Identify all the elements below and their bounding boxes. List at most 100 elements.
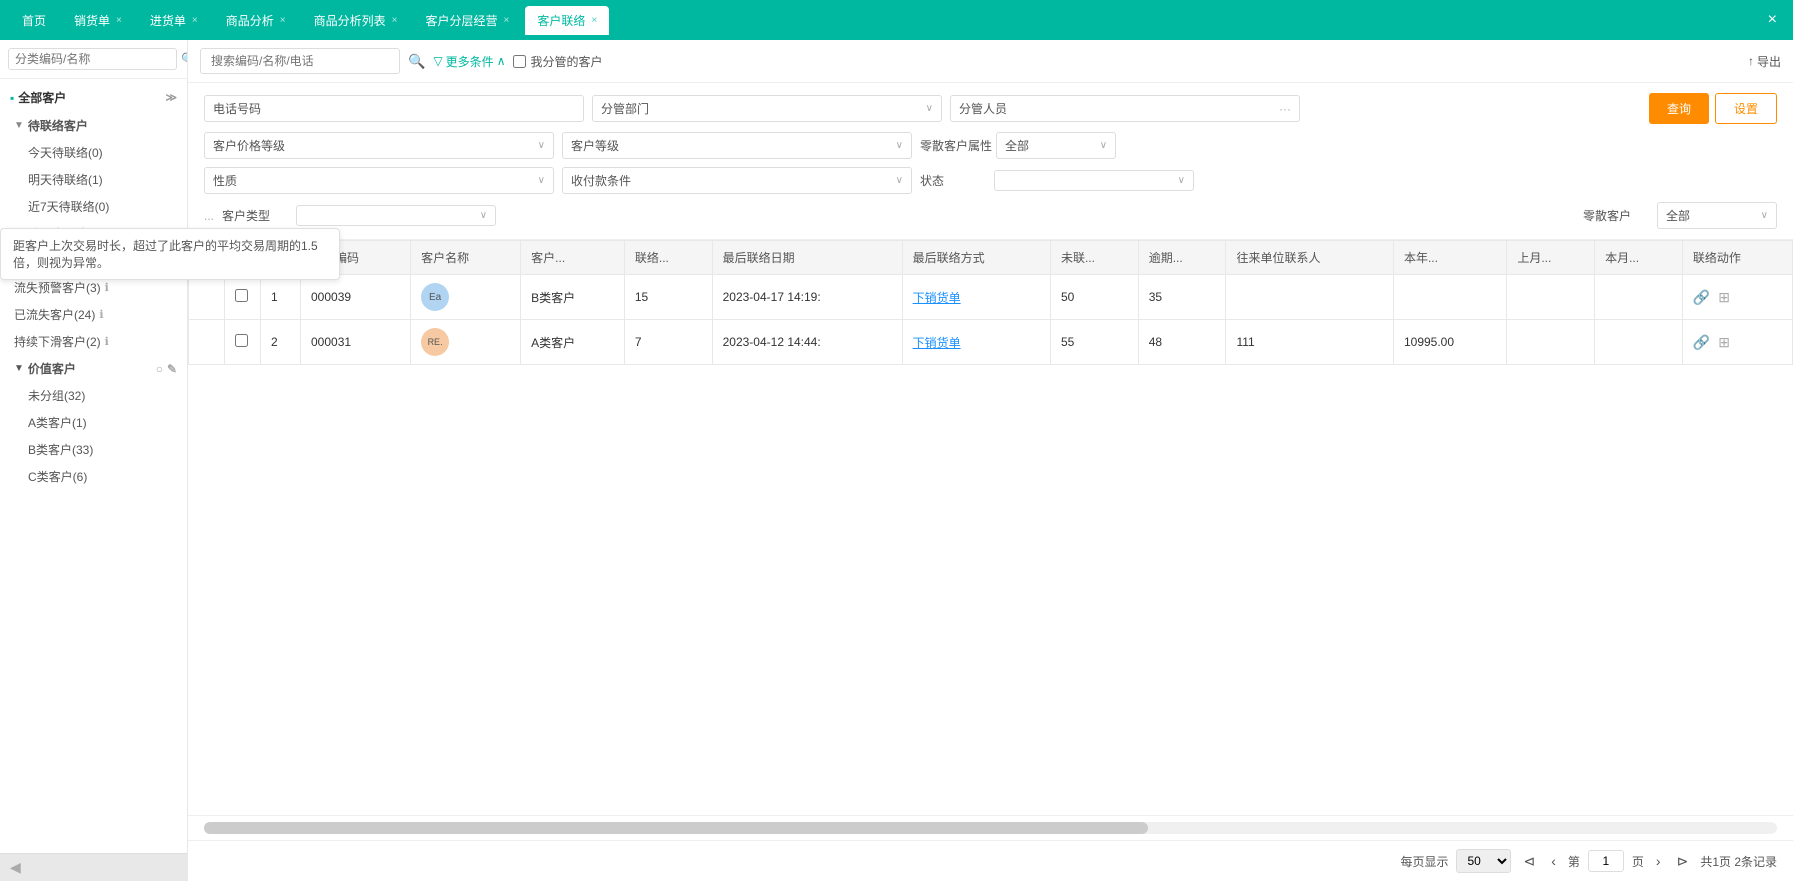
- close-customer-segments-icon[interactable]: ×: [503, 15, 509, 26]
- th-unit-contact: 往来单位联系人: [1226, 241, 1394, 275]
- td-contact-1: 15: [624, 275, 712, 320]
- td-no-1: 1: [261, 275, 301, 320]
- gender-chevron-icon: ∨: [538, 175, 545, 186]
- staff-more-icon[interactable]: ···: [1279, 102, 1291, 116]
- td-unit-contact-2: 111: [1226, 320, 1394, 365]
- td-checkbox-2[interactable]: [225, 320, 261, 365]
- page-label: 第: [1568, 853, 1580, 870]
- th-last-month: 上月...: [1507, 241, 1595, 275]
- action-grid-icon-2[interactable]: ⊞: [1718, 334, 1730, 351]
- td-action-1: 🔗 ⊞: [1682, 275, 1792, 320]
- nav-customer-segments[interactable]: 客户分层经营 ×: [413, 6, 521, 35]
- retail-customer-dropdown[interactable]: 全部 ∨: [1657, 202, 1777, 229]
- main-search-input[interactable]: [200, 48, 400, 74]
- td-this-year-2: 10995.00: [1393, 320, 1506, 365]
- close-product-analysis-icon[interactable]: ×: [280, 15, 286, 26]
- sidebar-item-tomorrow[interactable]: 明天待联络(1): [0, 166, 187, 193]
- payment-field[interactable]: 收付款条件 ∨: [562, 167, 912, 194]
- main-layout: 🔍 ▪ 全部客户 ≫ ▼ 待联络客户 今天待联络(0) 明天待联络(1) 近7天…: [0, 40, 1793, 881]
- next-page-button[interactable]: ›: [1652, 851, 1665, 871]
- nav-purchase-order[interactable]: 进货单 ×: [138, 6, 210, 35]
- sidebar-group-value: ▼ 价值客户 ○ ✎: [0, 355, 187, 382]
- sidebar-prev-arrow[interactable]: ◀: [10, 859, 21, 876]
- sidebar-bottom-bar: ◀: [0, 853, 187, 881]
- td-checkbox-1[interactable]: [225, 275, 261, 320]
- td-last-date-1: 2023-04-17 14:19:: [712, 275, 902, 320]
- table-row: 2 000031 RE. A类客户 7 2023-04-12 14:44: 下销…: [189, 320, 1793, 365]
- sidebar-item-class-c[interactable]: C类客户(6): [0, 463, 187, 490]
- sidebar-all-customers[interactable]: ▪ 全部客户 ≫: [0, 83, 187, 112]
- per-page-select[interactable]: 50 100 200: [1456, 849, 1511, 873]
- export-button[interactable]: ↑ 导出: [1748, 53, 1781, 70]
- adv-filter-row-2: 客户价格等级 ∨ 客户等级 ∨ 零散客户属性 全部 ∨: [204, 132, 1777, 159]
- more-conditions-button[interactable]: ▽ 更多条件 ∧: [433, 53, 505, 70]
- last-method-link-2[interactable]: 下销货单: [913, 336, 961, 350]
- sidebar-item-today[interactable]: 今天待联络(0): [0, 139, 187, 166]
- adv-filter-row-4: ... 客户类型 ∨ 零散客户 全部 ∨: [204, 202, 1777, 229]
- query-button[interactable]: 查询: [1649, 93, 1709, 124]
- sidebar-item-class-b[interactable]: B类客户(33): [0, 436, 187, 463]
- close-sales-order-icon[interactable]: ×: [116, 15, 122, 26]
- sidebar-item-declining[interactable]: 持续下滑客户(2) ℹ: [0, 328, 187, 355]
- prev-page-button[interactable]: ‹: [1547, 851, 1560, 871]
- sidebar-search-icon[interactable]: 🔍: [181, 52, 188, 66]
- page-number-input[interactable]: [1588, 850, 1624, 872]
- sidebar-item-lost[interactable]: 已流失客户(24) ℹ: [0, 301, 187, 328]
- filter-icon: ▽: [433, 54, 442, 68]
- close-all-tabs-button[interactable]: ×: [1768, 11, 1777, 29]
- per-page-label: 每页显示: [1400, 853, 1448, 870]
- sidebar-item-ungrouped[interactable]: 未分组(32): [0, 382, 187, 409]
- row1-checkbox[interactable]: [235, 289, 248, 302]
- sidebar-body: ▪ 全部客户 ≫ ▼ 待联络客户 今天待联络(0) 明天待联络(1) 近7天待联…: [0, 79, 187, 853]
- action-grid-icon-1[interactable]: ⊞: [1718, 289, 1730, 306]
- nav-home[interactable]: 首页: [10, 6, 58, 35]
- info-icon-lost: ℹ: [99, 308, 103, 321]
- gender-field[interactable]: 性质 ∨: [204, 167, 554, 194]
- nav-customer-contact[interactable]: 客户联络 ×: [525, 6, 609, 35]
- scroll-thumb[interactable]: [204, 822, 1148, 834]
- customer-grade-field[interactable]: 客户等级 ∨: [562, 132, 912, 159]
- phone-field[interactable]: 电话号码: [204, 95, 584, 122]
- td-no-2: 2: [261, 320, 301, 365]
- setting-button[interactable]: 设置: [1715, 93, 1777, 124]
- price-grade-field[interactable]: 客户价格等级 ∨: [204, 132, 554, 159]
- close-product-analysis-list-icon[interactable]: ×: [392, 15, 398, 26]
- sidebar-search-input[interactable]: [8, 48, 177, 70]
- nav-product-analysis-list[interactable]: 商品分析列表 ×: [302, 6, 410, 35]
- action-link-icon-2[interactable]: 🔗: [1693, 334, 1710, 351]
- sidebar-group-pending[interactable]: ▼ 待联络客户: [0, 112, 187, 139]
- last-method-link-1[interactable]: 下销货单: [913, 291, 961, 305]
- value-group-edit-icon[interactable]: ✎: [167, 362, 177, 376]
- customer-type-dropdown[interactable]: ∨: [296, 205, 496, 226]
- more-filters-dots[interactable]: ...: [204, 209, 214, 223]
- row2-checkbox[interactable]: [235, 334, 248, 347]
- sidebar-collapse-icon[interactable]: ≫: [165, 91, 177, 104]
- retail-attr-dropdown[interactable]: 全部 ∨: [996, 132, 1116, 159]
- retail-attr-chevron-icon: ∨: [1100, 140, 1107, 151]
- staff-field[interactable]: 分管人员 ···: [950, 95, 1300, 122]
- my-customers-filter[interactable]: 我分管的客户: [513, 53, 602, 70]
- td-this-month-1: [1595, 275, 1683, 320]
- th-type: 客户...: [521, 241, 625, 275]
- nav-product-analysis[interactable]: 商品分析 ×: [214, 6, 298, 35]
- last-page-button[interactable]: ⊳: [1673, 851, 1693, 872]
- close-purchase-order-icon[interactable]: ×: [192, 15, 198, 26]
- action-link-icon-1[interactable]: 🔗: [1693, 289, 1710, 306]
- adv-filter-row-1: 电话号码 分管部门 ∨ 分管人员 ··· 查询 设置: [204, 93, 1777, 124]
- nav-sales-order[interactable]: 销货单 ×: [62, 6, 134, 35]
- value-group-circle-icon[interactable]: ○: [156, 362, 163, 376]
- status-dropdown[interactable]: ∨: [994, 170, 1194, 191]
- scroll-track[interactable]: [204, 822, 1777, 834]
- avatar-1: Ea: [421, 283, 449, 311]
- sidebar-item-7days[interactable]: 近7天待联络(0): [0, 193, 187, 220]
- close-customer-contact-icon[interactable]: ×: [591, 15, 597, 26]
- first-page-button[interactable]: ⊲: [1519, 851, 1539, 872]
- sidebar-item-class-a[interactable]: A类客户(1): [0, 409, 187, 436]
- content-area: 🔍 ▽ 更多条件 ∧ 我分管的客户 ↑ 导出 电话号码: [188, 40, 1793, 881]
- dept-chevron-icon: ∨: [926, 103, 933, 114]
- sidebar: 🔍 ▪ 全部客户 ≫ ▼ 待联络客户 今天待联络(0) 明天待联络(1) 近7天…: [0, 40, 188, 881]
- my-customers-checkbox[interactable]: [513, 55, 526, 68]
- main-search-icon[interactable]: 🔍: [408, 53, 425, 70]
- dept-field[interactable]: 分管部门 ∨: [592, 95, 942, 122]
- td-type-2: A类客户: [521, 320, 625, 365]
